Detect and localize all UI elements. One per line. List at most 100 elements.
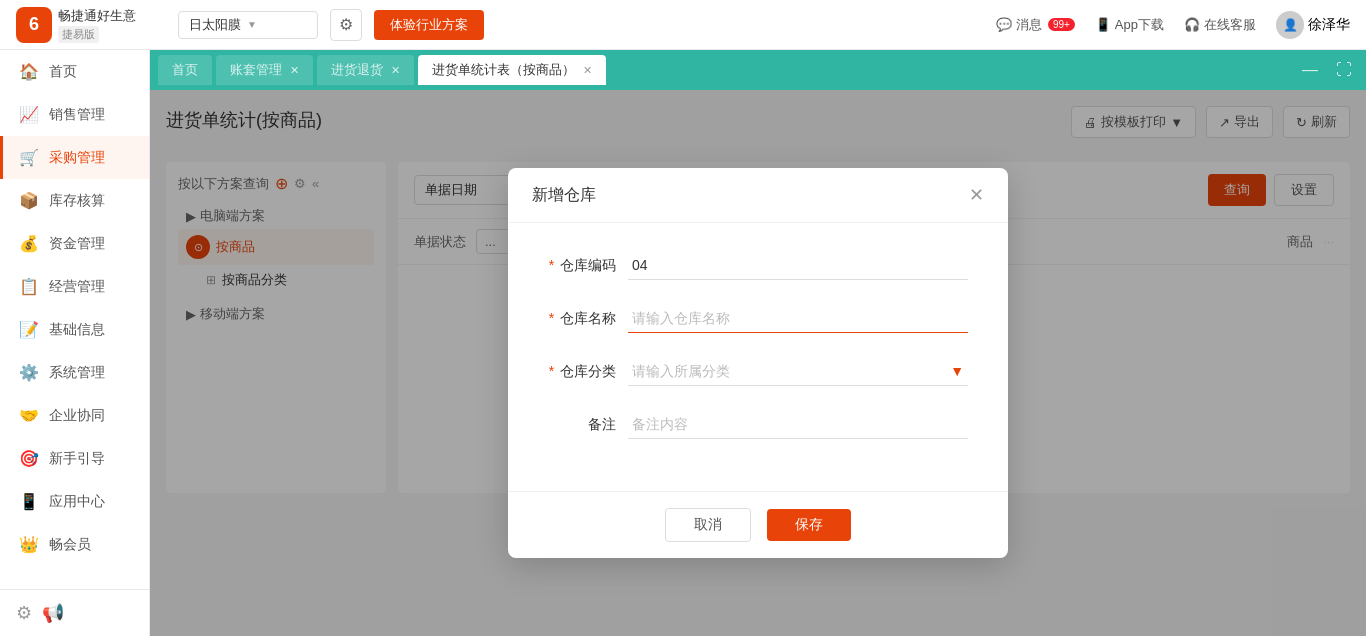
tab-purchase-return[interactable]: 进货退货 ✕ (317, 55, 414, 85)
note-input[interactable] (628, 410, 968, 439)
top-header: 6 畅捷通好生意 捷易版 日太阳膜 ▼ ⚙ 体验行业方案 💬 消息 99+ 📱 … (0, 0, 1366, 50)
sidebar-label-apps: 应用中心 (49, 493, 105, 511)
inventory-icon: 📦 (19, 191, 39, 210)
tab-account-label: 账套管理 (230, 61, 282, 79)
dialog-body: * 仓库编码 * 仓库名称 (508, 223, 1008, 491)
tab-home-label: 首页 (172, 61, 198, 79)
sidebar-label-purchase: 采购管理 (49, 149, 105, 167)
modal-overlay[interactable]: 新增仓库 ✕ * 仓库编码 (150, 90, 1366, 636)
code-input[interactable] (628, 251, 968, 280)
sidebar-item-operation[interactable]: 📋 经营管理 (0, 265, 149, 308)
tab-account[interactable]: 账套管理 ✕ (216, 55, 313, 85)
sidebar-label-basic: 基础信息 (49, 321, 105, 339)
tab-purchase-stats[interactable]: 进货单统计表（按商品） ✕ (418, 55, 606, 85)
mobile-icon: 📱 (1095, 17, 1111, 32)
user-area[interactable]: 👤 徐泽华 (1276, 11, 1350, 39)
main-layout: 🏠 首页 📈 销售管理 🛒 采购管理 📦 库存核算 💰 资金管理 📋 经营管理 … (0, 50, 1366, 636)
sidebar-item-basic[interactable]: 📝 基础信息 (0, 308, 149, 351)
content-area: 首页 账套管理 ✕ 进货退货 ✕ 进货单统计表（按商品） ✕ — ⛶ (150, 50, 1366, 636)
message-badge: 99+ (1048, 18, 1075, 31)
online-service-button[interactable]: 🎧 在线客服 (1184, 16, 1256, 34)
sidebar: 🏠 首页 📈 销售管理 🛒 采购管理 📦 库存核算 💰 资金管理 📋 经营管理 … (0, 50, 150, 636)
tab-expand-button[interactable]: ⛶ (1330, 59, 1358, 81)
collab-icon: 🤝 (19, 406, 39, 425)
tab-purchase-stats-close[interactable]: ✕ (583, 64, 592, 77)
message-button[interactable]: 💬 消息 99+ (996, 16, 1075, 34)
tab-purchase-return-label: 进货退货 (331, 61, 383, 79)
sidebar-item-system[interactable]: ⚙️ 系统管理 (0, 351, 149, 394)
trial-button[interactable]: 体验行业方案 (374, 10, 484, 40)
apps-icon: 📱 (19, 492, 39, 511)
sidebar-item-sales[interactable]: 📈 销售管理 (0, 93, 149, 136)
code-label: * 仓库编码 (548, 257, 628, 275)
logo-icon: 6 (16, 7, 52, 43)
header-right: 💬 消息 99+ 📱 App下载 🎧 在线客服 👤 徐泽华 (996, 11, 1350, 39)
sidebar-label-inventory: 库存核算 (49, 192, 105, 210)
message-icon: 💬 (996, 17, 1012, 32)
dialog-header: 新增仓库 ✕ (508, 168, 1008, 223)
sidebar-label-collab: 企业协同 (49, 407, 105, 425)
system-icon: ⚙️ (19, 363, 39, 382)
name-input[interactable] (628, 304, 968, 333)
sidebar-item-vip[interactable]: 👑 畅会员 (0, 523, 149, 566)
chevron-down-icon: ▼ (247, 19, 257, 30)
sales-icon: 📈 (19, 105, 39, 124)
form-row-code: * 仓库编码 (548, 251, 968, 280)
app-download-button[interactable]: 📱 App下载 (1095, 16, 1164, 34)
form-row-note: 备注 (548, 410, 968, 439)
sidebar-label-home: 首页 (49, 63, 77, 81)
sidebar-item-home[interactable]: 🏠 首页 (0, 50, 149, 93)
tab-purchase-stats-label: 进货单统计表（按商品） (432, 61, 575, 79)
sidebar-item-inventory[interactable]: 📦 库存核算 (0, 179, 149, 222)
tab-minimize-button[interactable]: — (1296, 59, 1324, 81)
logo-text: 畅捷通好生意 捷易版 (58, 7, 136, 43)
store-name: 日太阳膜 (189, 16, 241, 34)
sidebar-label-sales: 销售管理 (49, 106, 105, 124)
sidebar-label-guide: 新手引导 (49, 450, 105, 468)
user-name: 徐泽华 (1308, 16, 1350, 34)
category-input[interactable] (632, 363, 950, 379)
sidebar-item-guide[interactable]: 🎯 新手引导 (0, 437, 149, 480)
save-button[interactable]: 保存 (767, 509, 851, 541)
store-selector[interactable]: 日太阳膜 ▼ (178, 11, 318, 39)
tab-purchase-return-close[interactable]: ✕ (391, 64, 400, 77)
tab-account-close[interactable]: ✕ (290, 64, 299, 77)
finance-icon: 💰 (19, 234, 39, 253)
category-arrow-icon: ▼ (950, 363, 964, 379)
settings-bottom-icon[interactable]: ⚙ (16, 602, 32, 624)
sidebar-item-purchase[interactable]: 🛒 采购管理 (0, 136, 149, 179)
operation-icon: 📋 (19, 277, 39, 296)
sidebar-label-finance: 资金管理 (49, 235, 105, 253)
sidebar-label-operation: 经营管理 (49, 278, 105, 296)
sidebar-label-vip: 畅会员 (49, 536, 91, 554)
note-label: 备注 (548, 416, 628, 434)
vip-icon: 👑 (19, 535, 39, 554)
tab-bar: 首页 账套管理 ✕ 进货退货 ✕ 进货单统计表（按商品） ✕ — ⛶ (150, 50, 1366, 90)
dialog-close-button[interactable]: ✕ (969, 184, 984, 206)
sidebar-item-collab[interactable]: 🤝 企业协同 (0, 394, 149, 437)
home-icon: 🏠 (19, 62, 39, 81)
dialog-title: 新增仓库 (532, 185, 596, 206)
tab-right-actions: — ⛶ (1296, 59, 1358, 81)
sidebar-label-system: 系统管理 (49, 364, 105, 382)
cancel-button[interactable]: 取消 (665, 508, 751, 542)
sidebar-item-apps[interactable]: 📱 应用中心 (0, 480, 149, 523)
form-row-category: * 仓库分类 ▼ (548, 357, 968, 386)
purchase-icon: 🛒 (19, 148, 39, 167)
speaker-icon[interactable]: 📢 (42, 602, 64, 624)
guide-icon: 🎯 (19, 449, 39, 468)
sidebar-item-finance[interactable]: 💰 资金管理 (0, 222, 149, 265)
sidebar-bottom: ⚙ 📢 (0, 589, 149, 636)
category-label: * 仓库分类 (548, 363, 628, 381)
add-warehouse-dialog: 新增仓库 ✕ * 仓库编码 (508, 168, 1008, 558)
basic-icon: 📝 (19, 320, 39, 339)
headset-icon: 🎧 (1184, 17, 1200, 32)
page-content: 进货单统计(按商品) 🖨 按模板打印 ▼ ↗ 导出 ↻ 刷新 (150, 90, 1366, 636)
avatar: 👤 (1276, 11, 1304, 39)
settings-button[interactable]: ⚙ (330, 9, 362, 41)
dialog-footer: 取消 保存 (508, 491, 1008, 558)
tab-home[interactable]: 首页 (158, 55, 212, 85)
logo-area: 6 畅捷通好生意 捷易版 (16, 7, 166, 43)
form-row-name: * 仓库名称 (548, 304, 968, 333)
category-select[interactable]: ▼ (628, 357, 968, 386)
